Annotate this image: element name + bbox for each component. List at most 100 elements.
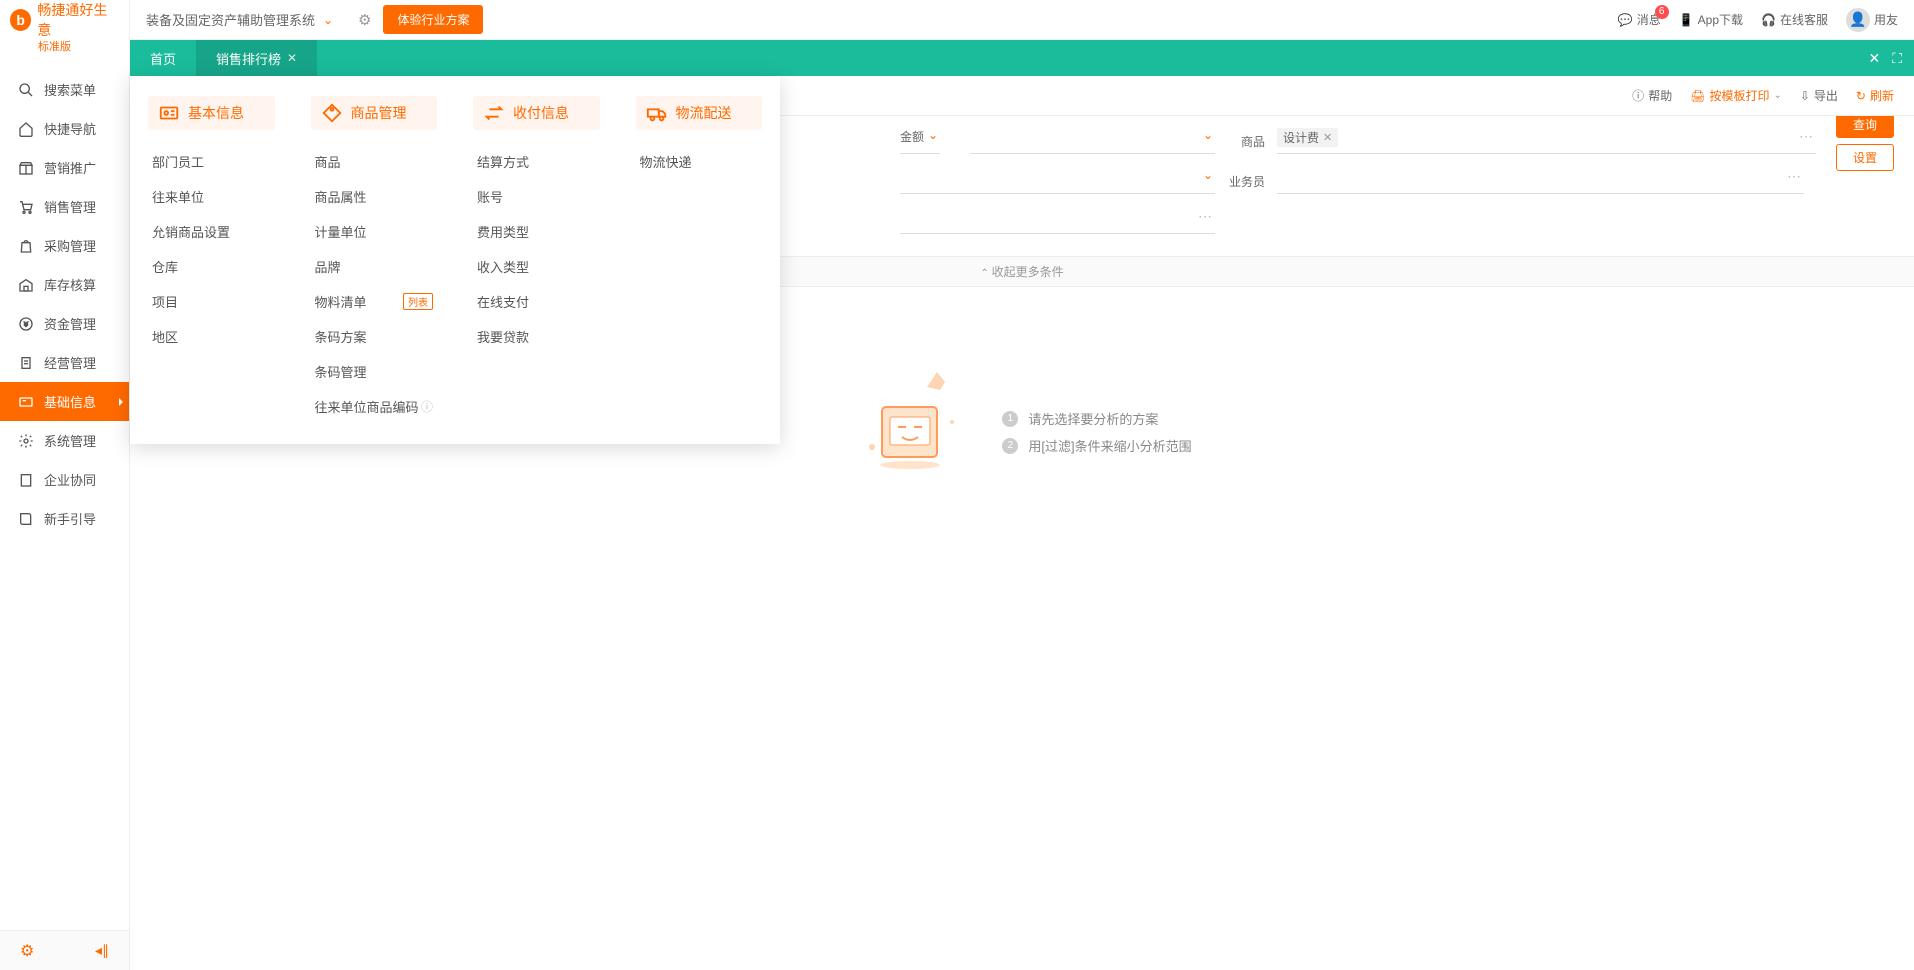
- mega-item-partners[interactable]: 往来单位: [148, 179, 275, 214]
- mega-item-bom[interactable]: 物料清单 列表: [311, 284, 438, 319]
- collapse-sidebar-icon[interactable]: ◂∥: [95, 942, 109, 959]
- tab-label: 首页: [150, 49, 176, 68]
- mega-item-express[interactable]: 物流快递: [636, 144, 763, 179]
- nav-enterprise[interactable]: 企业协同: [0, 460, 129, 499]
- empty-hint-2: 2 用[过滤]条件来缩小分析范围: [1002, 436, 1191, 455]
- export-label: 导出: [1814, 87, 1838, 104]
- nav-funds[interactable]: ¥ 资金管理: [0, 304, 129, 343]
- nav-quick[interactable]: 快捷导航: [0, 109, 129, 148]
- more-icon[interactable]: ⋯: [1198, 208, 1213, 225]
- mega-item-barcode-mgmt[interactable]: 条码管理: [311, 354, 438, 389]
- step-number: 1: [1002, 411, 1018, 427]
- mega-item-loan[interactable]: 我要贷款: [473, 319, 600, 354]
- user-menu[interactable]: 👤 用友: [1846, 8, 1898, 32]
- message-badge: 6: [1655, 5, 1669, 19]
- filter-input-fragment[interactable]: 金额 ⌄: [900, 128, 940, 154]
- close-icon[interactable]: ✕: [287, 51, 297, 65]
- nav-label: 新手引导: [44, 509, 96, 528]
- mega-item-income[interactable]: 收入类型: [473, 249, 600, 284]
- close-all-tabs-icon[interactable]: ✕: [1868, 50, 1880, 67]
- nav-inventory[interactable]: 库存核算: [0, 265, 129, 304]
- nav-label: 营销推广: [44, 158, 96, 177]
- chevron-down-icon[interactable]: ⌄: [1773, 90, 1781, 101]
- help-button[interactable]: ⓘ 帮助: [1632, 87, 1672, 104]
- product-label: 商品: [1227, 133, 1265, 150]
- truck-icon: [646, 102, 668, 124]
- mega-item-brand[interactable]: 品牌: [311, 249, 438, 284]
- system-selector[interactable]: 装备及固定资产辅助管理系统 ⌄: [146, 10, 346, 29]
- exchange-icon: [483, 102, 505, 124]
- try-plan-button[interactable]: 体验行业方案: [383, 5, 483, 34]
- logo-icon: b: [10, 9, 31, 31]
- product-input[interactable]: 设计费 ✕ ⋯: [1277, 128, 1816, 154]
- nav-guide[interactable]: 新手引导: [0, 499, 129, 538]
- action-buttons: 查询 设置: [1836, 116, 1894, 171]
- nav-label: 销售管理: [44, 197, 96, 216]
- mega-item-staff[interactable]: 部门员工: [148, 144, 275, 179]
- reset-button[interactable]: 设置: [1836, 144, 1894, 171]
- filter-input-fragment4[interactable]: ⋯: [900, 208, 1215, 234]
- filter-input-fragment3[interactable]: ⌄: [900, 168, 1215, 194]
- nav-basic-info[interactable]: 基础信息: [0, 382, 129, 421]
- salesman-label: 业务员: [1227, 173, 1265, 190]
- salesman-input[interactable]: ⋯: [1277, 168, 1804, 194]
- logo[interactable]: b 畅捷通好生意: [0, 0, 129, 40]
- mega-col-payment: 收付信息 结算方式 账号 费用类型 收入类型 在线支付 我要贷款: [455, 96, 618, 424]
- more-icon[interactable]: ⋯: [1799, 128, 1814, 145]
- nav-search-menu[interactable]: 搜索菜单: [0, 70, 129, 109]
- chevron-down-icon[interactable]: ⌄: [928, 128, 938, 142]
- mega-title: 收付信息: [513, 103, 569, 123]
- mega-item-product[interactable]: 商品: [311, 144, 438, 179]
- fullscreen-icon[interactable]: ⛶: [1892, 50, 1902, 67]
- mega-item-unit[interactable]: 计量单位: [311, 214, 438, 249]
- bag-icon: [18, 238, 34, 254]
- hint-text: 请先选择要分析的方案: [1028, 409, 1158, 428]
- mega-item-region[interactable]: 地区: [148, 319, 275, 354]
- tab-home[interactable]: 首页: [130, 40, 196, 76]
- list-badge[interactable]: 列表: [403, 293, 433, 310]
- nav-business[interactable]: 经营管理: [0, 343, 129, 382]
- help-icon[interactable]: ⓘ: [421, 398, 433, 415]
- settings-gear-icon[interactable]: ⚙: [20, 941, 34, 961]
- nav-marketing[interactable]: 营销推广: [0, 148, 129, 187]
- online-service-link[interactable]: 🎧 在线客服: [1761, 11, 1828, 28]
- mega-item-attrs[interactable]: 商品属性: [311, 179, 438, 214]
- mega-item-settlement[interactable]: 结算方式: [473, 144, 600, 179]
- tab-sales-ranking[interactable]: 销售排行榜 ✕: [196, 40, 317, 76]
- nav-label: 搜索菜单: [44, 80, 96, 99]
- mega-header-logistics: 物流配送: [636, 96, 763, 130]
- mega-header-payment: 收付信息: [473, 96, 600, 130]
- mega-item-warehouse[interactable]: 仓库: [148, 249, 275, 284]
- export-button[interactable]: ⇩ 导出: [1800, 87, 1838, 104]
- header-gear-icon[interactable]: ⚙: [358, 11, 371, 29]
- app-download-link[interactable]: 📱 App下载: [1679, 11, 1743, 28]
- building-icon: [18, 472, 34, 488]
- mega-item-account[interactable]: 账号: [473, 179, 600, 214]
- nav-system[interactable]: 系统管理: [0, 421, 129, 460]
- mega-item-expense[interactable]: 费用类型: [473, 214, 600, 249]
- more-icon[interactable]: ⋯: [1787, 168, 1802, 185]
- svg-text:¥: ¥: [24, 321, 28, 328]
- mega-title: 基本信息: [188, 103, 244, 123]
- product-tag: 设计费 ✕: [1277, 128, 1338, 147]
- mega-menu: 基本信息 部门员工 往来单位 允销商品设置 仓库 项目 地区 商品管理 商品 商…: [130, 76, 780, 444]
- mega-item-online-pay[interactable]: 在线支付: [473, 284, 600, 319]
- filter-input-fragment2[interactable]: ⌄: [970, 128, 1215, 154]
- step-number: 2: [1002, 438, 1018, 454]
- app-download-label: App下载: [1698, 11, 1743, 28]
- query-button[interactable]: 查询: [1836, 116, 1894, 138]
- nav-label: 基础信息: [44, 392, 96, 411]
- nav-sales[interactable]: 销售管理: [0, 187, 129, 226]
- tag-text: 设计费: [1283, 129, 1319, 146]
- print-button[interactable]: 🖨 按模板打印 ⌄: [1690, 87, 1782, 104]
- refresh-button[interactable]: ↻ 刷新: [1856, 87, 1894, 104]
- nav-purchase[interactable]: 采购管理: [0, 226, 129, 265]
- chevron-down-icon[interactable]: ⌄: [1203, 168, 1213, 182]
- mega-item-allowed[interactable]: 允销商品设置: [148, 214, 275, 249]
- mega-item-project[interactable]: 项目: [148, 284, 275, 319]
- mega-item-barcode-plan[interactable]: 条码方案: [311, 319, 438, 354]
- tag-remove-icon[interactable]: ✕: [1323, 131, 1332, 144]
- chevron-down-icon[interactable]: ⌄: [1203, 128, 1213, 142]
- messages-link[interactable]: 💬 消息 6: [1618, 11, 1661, 28]
- mega-item-partner-code[interactable]: 往来单位商品编码 ⓘ: [311, 389, 438, 424]
